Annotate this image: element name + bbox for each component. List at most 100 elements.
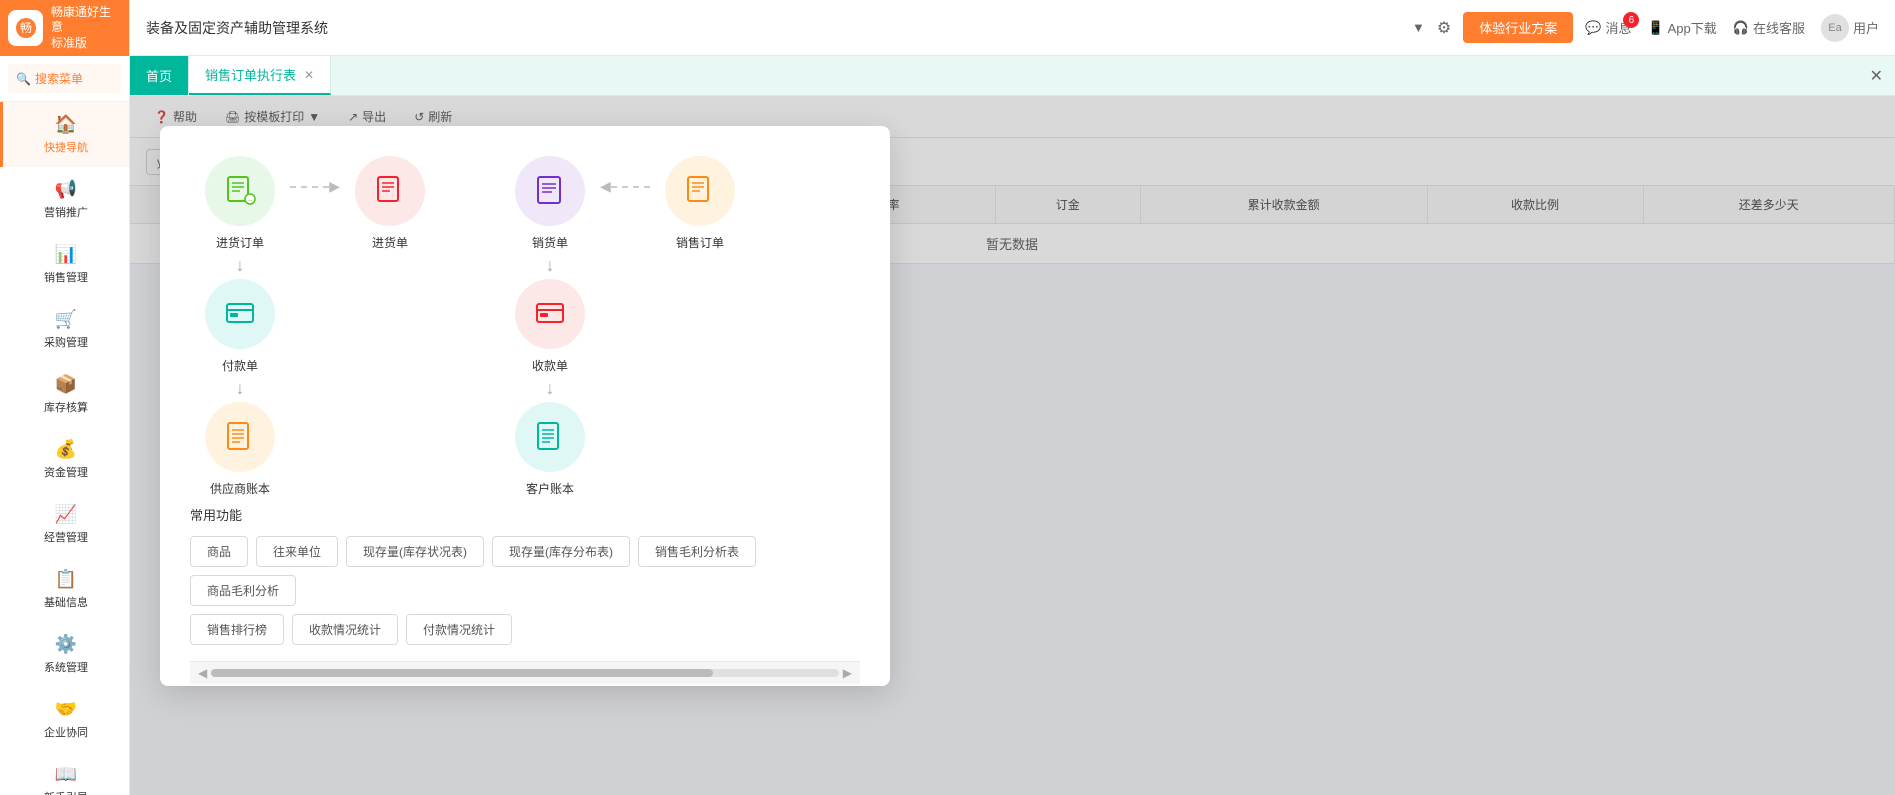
- main-area: 装备及固定资产辅助管理系统 ▼ ⚙ 体验行业方案 💬 消息 6 📱 App下载 …: [130, 0, 1895, 795]
- flow-col-purchase: → 进货订单 ↓: [190, 156, 290, 497]
- svg-text:→: →: [247, 197, 254, 204]
- flow-node-payment[interactable]: 付款单: [190, 279, 290, 374]
- arrow-left-1: ◀: [600, 178, 650, 195]
- close-all-tabs[interactable]: ✕: [1858, 56, 1895, 95]
- system-title: 装备及固定资产辅助管理系统: [146, 18, 1400, 38]
- btn-sales-rank[interactable]: 销售排行榜: [190, 614, 284, 645]
- sidebar-item-finance[interactable]: 💰 资金管理: [0, 427, 129, 492]
- common-functions-title: 常用功能: [190, 505, 860, 524]
- system-dropdown[interactable]: ▼: [1412, 20, 1425, 35]
- receipt-label: 收款单: [532, 357, 568, 374]
- service-icon: 🎧: [1733, 20, 1749, 36]
- btn-partners[interactable]: 往来单位: [256, 536, 338, 567]
- sales-bill-label: 销货单: [532, 234, 568, 251]
- flow-node-supplier-account[interactable]: 供应商账本: [190, 402, 290, 497]
- tab-sales-order-exec[interactable]: 销售订单执行表 ✕: [189, 56, 331, 95]
- scroll-thumb: [211, 669, 713, 677]
- btn-payment-stats[interactable]: 付款情况统计: [406, 614, 512, 645]
- download-icon: 📱: [1647, 20, 1663, 36]
- btn-stock-dist[interactable]: 现存量(库存分布表): [492, 536, 630, 567]
- arrow-down-3: ↓: [236, 378, 245, 398]
- flow-col-sales: 销货单 ↓ 收款单: [500, 156, 600, 497]
- search-menu-button[interactable]: 🔍 搜索菜单: [8, 64, 121, 93]
- btn-sales-profit[interactable]: 销售毛利分析表: [638, 536, 756, 567]
- sidebar-item-sales[interactable]: 📊 销售管理: [0, 232, 129, 297]
- purchase-bill-icon: [355, 156, 425, 226]
- message-badge: 6: [1623, 12, 1639, 28]
- basic-info-icon: 📋: [55, 569, 77, 590]
- sidebar-item-quick-nav[interactable]: 🏠 快捷导航: [0, 102, 129, 167]
- sidebar-search: 🔍 搜索菜单: [0, 56, 129, 102]
- sidebar-logo: 畅 畅康通好生意 标准版: [0, 0, 129, 56]
- inventory-icon: 📦: [55, 374, 77, 395]
- sidebar-item-inventory[interactable]: 📦 库存核算: [0, 362, 129, 427]
- arrow-right-1: ▶: [290, 178, 340, 195]
- avatar: Ea: [1821, 14, 1849, 42]
- purchase-icon: 🛒: [55, 309, 77, 330]
- sidebar-item-purchase[interactable]: 🛒 采购管理: [0, 297, 129, 362]
- system-icon: ⚙️: [55, 634, 77, 655]
- supplier-account-label: 供应商账本: [210, 480, 270, 497]
- flow-node-sales-bill[interactable]: 销货单: [500, 156, 600, 251]
- sidebar-item-basic-info[interactable]: 📋 基础信息: [0, 557, 129, 622]
- sidebar-item-operations[interactable]: 📈 经营管理: [0, 492, 129, 557]
- horizontal-scrollbar: ◀ ▶: [190, 661, 860, 684]
- marketing-icon: 📢: [55, 179, 77, 200]
- gear-icon[interactable]: ⚙: [1437, 18, 1451, 38]
- message-icon: 💬: [1585, 20, 1601, 36]
- sales-order-tab-label: 销售订单执行表: [205, 65, 296, 84]
- operations-icon: 📈: [55, 504, 77, 525]
- common-functions: 常用功能 商品 往来单位 现存量(库存状况表) 现存量(库存分布表) 销售毛利分…: [190, 505, 860, 645]
- flow-col-sales-order: 销售订单: [650, 156, 750, 251]
- search-icon: 🔍: [16, 72, 31, 86]
- tab-home[interactable]: 首页: [130, 56, 189, 95]
- purchase-bill-label: 进货单: [372, 234, 408, 251]
- sales-order-icon: [665, 156, 735, 226]
- scroll-left-btn[interactable]: ◀: [198, 666, 207, 680]
- sales-order-label: 销售订单: [676, 234, 724, 251]
- app-download-action[interactable]: 📱 App下载: [1647, 18, 1716, 37]
- topbar-actions: 💬 消息 6 📱 App下载 🎧 在线客服 Ea 用户: [1585, 14, 1879, 42]
- sales-bill-icon: [515, 156, 585, 226]
- chevron-down-icon: ▼: [1412, 20, 1425, 35]
- modal-body: → 进货订单 ↓: [160, 126, 890, 686]
- arrow-down-2: ↓: [546, 255, 555, 275]
- flow-node-customer-account[interactable]: 客户账本: [500, 402, 600, 497]
- finance-icon: 💰: [55, 439, 77, 460]
- customer-account-label: 客户账本: [526, 480, 574, 497]
- purchase-order-label: 进货订单: [216, 234, 264, 251]
- message-action[interactable]: 💬 消息 6: [1585, 18, 1631, 37]
- online-service-action[interactable]: 🎧 在线客服: [1733, 18, 1805, 37]
- modal-overlay: → 进货订单 ↓: [130, 96, 1895, 795]
- experience-button[interactable]: 体验行业方案: [1463, 12, 1573, 43]
- tab-close-icon[interactable]: ✕: [304, 68, 314, 82]
- btn-goods-profit[interactable]: 商品毛利分析: [190, 575, 296, 606]
- sidebar-item-enterprise[interactable]: 🤝 企业协同: [0, 687, 129, 752]
- btn-receipt-stats[interactable]: 收款情况统计: [292, 614, 398, 645]
- app-container: 畅 畅康通好生意 标准版 🔍 搜索菜单 🏠 快捷导航 📢 营销推广: [0, 0, 1895, 795]
- arrow-down-4: ↓: [546, 378, 555, 398]
- sidebar-nav: 🏠 快捷导航 📢 营销推广 📊 销售管理 🛒 采购管理 📦 库存核算 💰: [0, 102, 129, 795]
- user-action[interactable]: Ea 用户: [1821, 14, 1879, 42]
- flow-col-purchase-bill: 进货单: [340, 156, 440, 251]
- flow-node-receipt[interactable]: 收款单: [500, 279, 600, 374]
- flow-node-sales-order[interactable]: 销售订单: [650, 156, 750, 251]
- newbie-icon: 📖: [55, 764, 77, 785]
- sales-icon: 📊: [55, 244, 77, 265]
- common-btns-row-1: 商品 往来单位 现存量(库存状况表) 现存量(库存分布表) 销售毛利分析表 商品…: [190, 536, 860, 606]
- sidebar-item-marketing[interactable]: 📢 营销推广: [0, 167, 129, 232]
- scroll-right-btn[interactable]: ▶: [843, 666, 852, 680]
- enterprise-icon: 🤝: [55, 699, 77, 720]
- sidebar: 畅 畅康通好生意 标准版 🔍 搜索菜单 🏠 快捷导航 📢 营销推广: [0, 0, 130, 795]
- logo-text: 畅康通好生意 标准版: [51, 5, 121, 52]
- sidebar-item-newbie[interactable]: 📖 新手引导: [0, 752, 129, 795]
- logo-icon: 畅: [8, 10, 43, 46]
- btn-stock-status[interactable]: 现存量(库存状况表): [346, 536, 484, 567]
- scroll-track[interactable]: [211, 669, 839, 677]
- btn-goods[interactable]: 商品: [190, 536, 248, 567]
- flow-node-purchase-bill[interactable]: 进货单: [340, 156, 440, 251]
- content-area: ❓ 帮助 🖨 按模板打印 ▼ ↗ 导出 ↺ 刷新: [130, 96, 1895, 795]
- flow-node-purchase-order[interactable]: → 进货订单: [190, 156, 290, 251]
- sidebar-item-system[interactable]: ⚙️ 系统管理: [0, 622, 129, 687]
- home-tab-label: 首页: [146, 66, 172, 85]
